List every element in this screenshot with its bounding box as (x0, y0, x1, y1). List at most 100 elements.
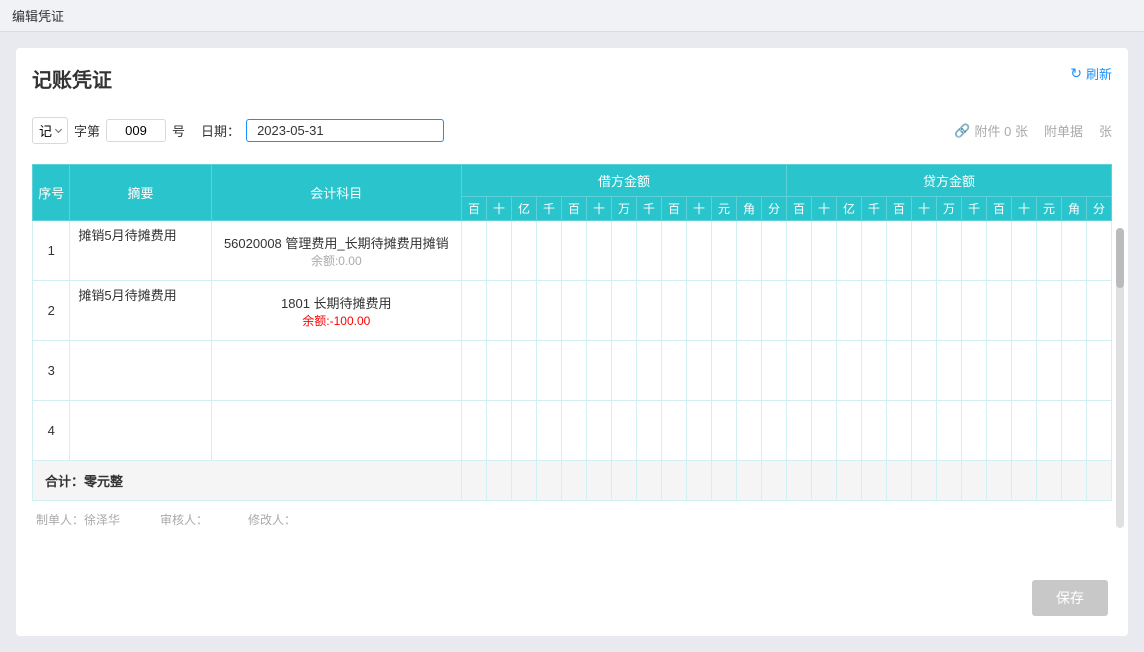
credit-digit-cell[interactable] (1061, 341, 1086, 401)
credit-digit-cell[interactable] (986, 281, 1011, 341)
debit-digit-cell[interactable] (711, 341, 736, 401)
credit-digit-cell[interactable] (911, 401, 936, 461)
debit-digit-cell[interactable] (561, 221, 586, 281)
row-account[interactable] (211, 401, 461, 461)
credit-digit-cell[interactable] (1011, 221, 1036, 281)
debit-digit-cell[interactable] (461, 341, 486, 401)
debit-digit-cell[interactable] (461, 401, 486, 461)
row-account[interactable] (211, 341, 461, 401)
debit-digit-cell[interactable] (486, 281, 511, 341)
credit-digit-cell[interactable] (936, 221, 961, 281)
credit-digit-cell[interactable] (1086, 281, 1111, 341)
credit-digit-cell[interactable] (886, 401, 911, 461)
debit-digit-cell[interactable] (611, 401, 636, 461)
credit-digit-cell[interactable] (1061, 221, 1086, 281)
debit-digit-cell[interactable] (711, 221, 736, 281)
debit-digit-cell[interactable] (711, 281, 736, 341)
row-summary[interactable]: 摊销5月待摊费用 (70, 281, 211, 341)
debit-digit-cell[interactable] (661, 281, 686, 341)
debit-digit-cell[interactable] (686, 341, 711, 401)
debit-digit-cell[interactable] (736, 281, 761, 341)
debit-digit-cell[interactable] (536, 401, 561, 461)
row-account[interactable]: 1801 长期待摊费用余额:-100.00 (211, 281, 461, 341)
debit-digit-cell[interactable] (761, 281, 786, 341)
credit-digit-cell[interactable] (911, 221, 936, 281)
credit-digit-cell[interactable] (861, 341, 886, 401)
attachment-link[interactable]: 🔗 附件 0 张 (954, 121, 1028, 140)
debit-digit-cell[interactable] (686, 281, 711, 341)
debit-digit-cell[interactable] (561, 341, 586, 401)
debit-digit-cell[interactable] (461, 221, 486, 281)
row-account[interactable]: 56020008 管理费用_长期待摊费用摊销余额:0.00 (211, 221, 461, 281)
credit-digit-cell[interactable] (1011, 401, 1036, 461)
credit-digit-cell[interactable] (811, 401, 836, 461)
debit-digit-cell[interactable] (511, 221, 536, 281)
credit-digit-cell[interactable] (961, 401, 986, 461)
debit-digit-cell[interactable] (686, 401, 711, 461)
debit-digit-cell[interactable] (611, 341, 636, 401)
debit-digit-cell[interactable] (761, 341, 786, 401)
debit-digit-cell[interactable] (661, 401, 686, 461)
credit-digit-cell[interactable] (1086, 401, 1111, 461)
debit-digit-cell[interactable] (586, 221, 611, 281)
row-summary[interactable]: 摊销5月待摊费用 (70, 221, 211, 281)
debit-digit-cell[interactable] (511, 281, 536, 341)
row-summary[interactable] (70, 401, 211, 461)
credit-digit-cell[interactable] (1036, 221, 1061, 281)
debit-digit-cell[interactable] (511, 341, 536, 401)
debit-digit-cell[interactable] (636, 221, 661, 281)
debit-digit-cell[interactable] (461, 281, 486, 341)
credit-digit-cell[interactable] (1061, 401, 1086, 461)
debit-digit-cell[interactable] (486, 401, 511, 461)
credit-digit-cell[interactable] (1086, 341, 1111, 401)
debit-digit-cell[interactable] (561, 281, 586, 341)
credit-digit-cell[interactable] (836, 221, 861, 281)
credit-digit-cell[interactable] (1011, 281, 1036, 341)
credit-digit-cell[interactable] (811, 221, 836, 281)
debit-digit-cell[interactable] (511, 401, 536, 461)
credit-digit-cell[interactable] (986, 341, 1011, 401)
type-select[interactable]: 记 (32, 117, 68, 144)
credit-digit-cell[interactable] (886, 281, 911, 341)
credit-digit-cell[interactable] (836, 281, 861, 341)
credit-digit-cell[interactable] (886, 221, 911, 281)
credit-digit-cell[interactable] (861, 281, 886, 341)
credit-digit-cell[interactable] (886, 341, 911, 401)
scrollbar[interactable] (1116, 228, 1124, 528)
credit-digit-cell[interactable] (811, 281, 836, 341)
debit-digit-cell[interactable] (636, 281, 661, 341)
date-input[interactable] (246, 119, 444, 142)
credit-digit-cell[interactable] (936, 401, 961, 461)
debit-digit-cell[interactable] (711, 401, 736, 461)
credit-digit-cell[interactable] (786, 341, 811, 401)
credit-digit-cell[interactable] (786, 401, 811, 461)
credit-digit-cell[interactable] (1036, 281, 1061, 341)
debit-digit-cell[interactable] (586, 281, 611, 341)
credit-digit-cell[interactable] (836, 401, 861, 461)
debit-digit-cell[interactable] (736, 221, 761, 281)
credit-digit-cell[interactable] (861, 401, 886, 461)
save-button[interactable]: 保存 (1032, 580, 1108, 616)
debit-digit-cell[interactable] (761, 221, 786, 281)
credit-digit-cell[interactable] (811, 341, 836, 401)
credit-digit-cell[interactable] (1061, 281, 1086, 341)
debit-digit-cell[interactable] (736, 341, 761, 401)
debit-digit-cell[interactable] (536, 221, 561, 281)
debit-digit-cell[interactable] (586, 401, 611, 461)
credit-digit-cell[interactable] (861, 221, 886, 281)
debit-digit-cell[interactable] (636, 341, 661, 401)
credit-digit-cell[interactable] (911, 281, 936, 341)
debit-digit-cell[interactable] (536, 281, 561, 341)
attachment-doc[interactable]: 附单据 (1044, 121, 1083, 140)
credit-digit-cell[interactable] (986, 401, 1011, 461)
debit-digit-cell[interactable] (736, 401, 761, 461)
debit-digit-cell[interactable] (636, 401, 661, 461)
credit-digit-cell[interactable] (1011, 341, 1036, 401)
debit-digit-cell[interactable] (586, 341, 611, 401)
debit-digit-cell[interactable] (611, 281, 636, 341)
credit-digit-cell[interactable] (961, 281, 986, 341)
credit-digit-cell[interactable] (1086, 221, 1111, 281)
debit-digit-cell[interactable] (661, 221, 686, 281)
debit-digit-cell[interactable] (561, 401, 586, 461)
credit-digit-cell[interactable] (936, 281, 961, 341)
